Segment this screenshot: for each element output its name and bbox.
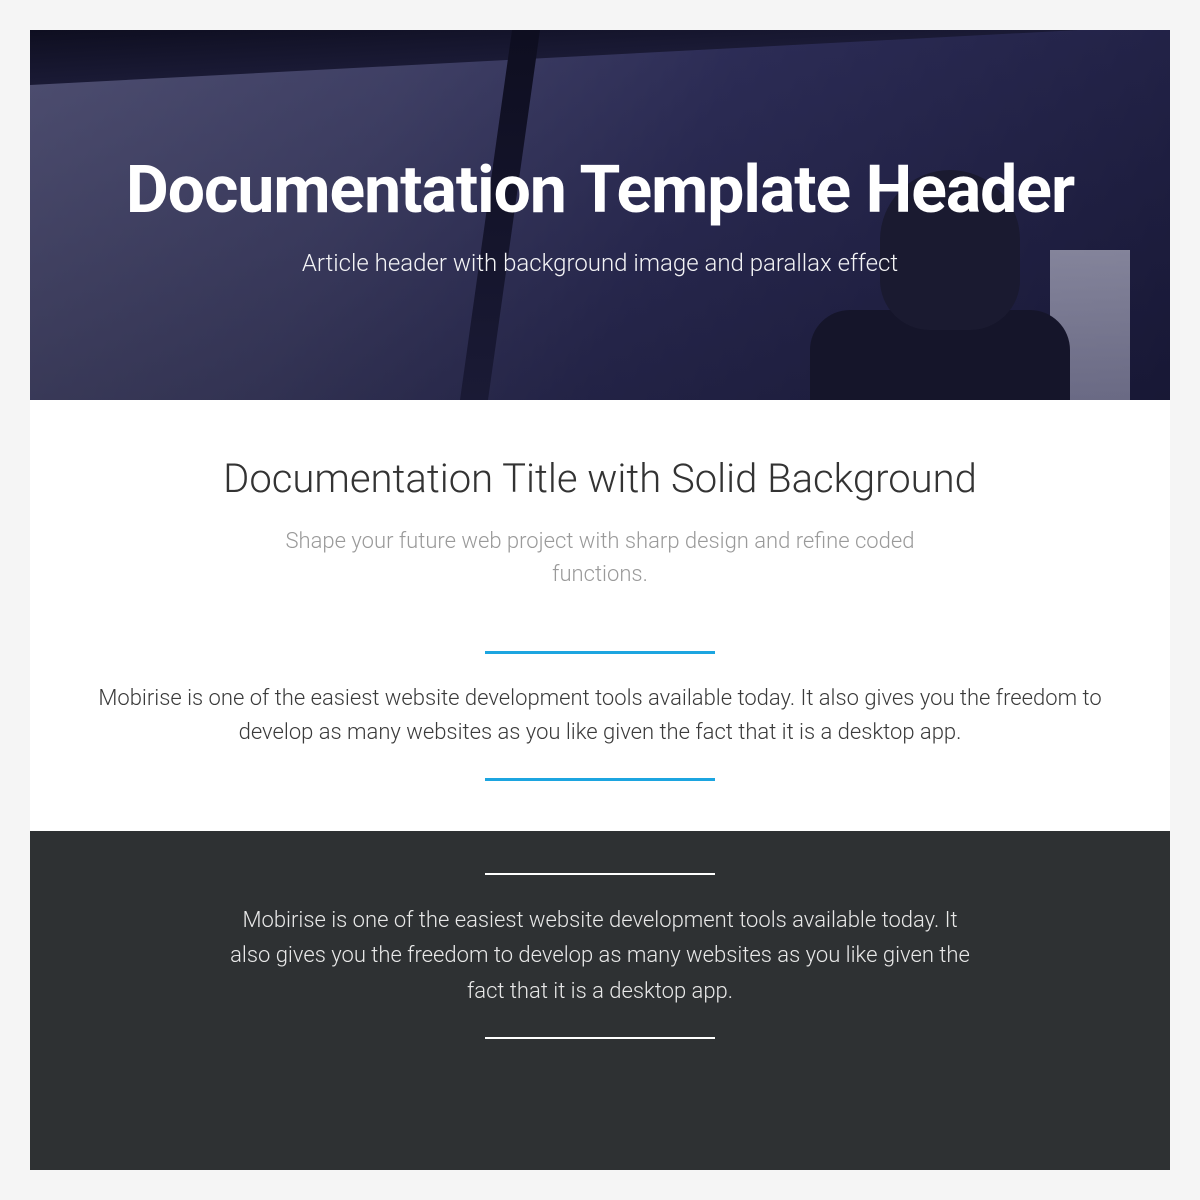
section-subtitle: Shape your future web project with sharp… [260, 525, 940, 591]
hero-content: Documentation Template Header Article he… [86, 153, 1114, 277]
divider-top-dark [485, 873, 715, 875]
solid-background-section: Documentation Title with Solid Backgroun… [30, 400, 1170, 591]
page-wrapper: Documentation Template Header Article he… [0, 0, 1200, 1200]
hero-subtitle: Article header with background image and… [126, 249, 1074, 277]
light-text-block: Mobirise is one of the easiest website d… [30, 591, 1170, 831]
body-text-light: Mobirise is one of the easiest website d… [90, 682, 1110, 750]
template-container: Documentation Template Header Article he… [30, 30, 1170, 1170]
divider-bottom [485, 778, 715, 781]
hero-section: Documentation Template Header Article he… [30, 30, 1170, 400]
dark-text-block: Mobirise is one of the easiest website d… [30, 831, 1170, 1170]
window-frame-horizontal [30, 30, 1170, 85]
body-text-dark: Mobirise is one of the easiest website d… [220, 903, 980, 1009]
section-title: Documentation Title with Solid Backgroun… [200, 455, 1000, 503]
hero-title: Documentation Template Header [126, 153, 1074, 229]
divider-bottom-dark [485, 1037, 715, 1039]
divider-top [485, 651, 715, 654]
